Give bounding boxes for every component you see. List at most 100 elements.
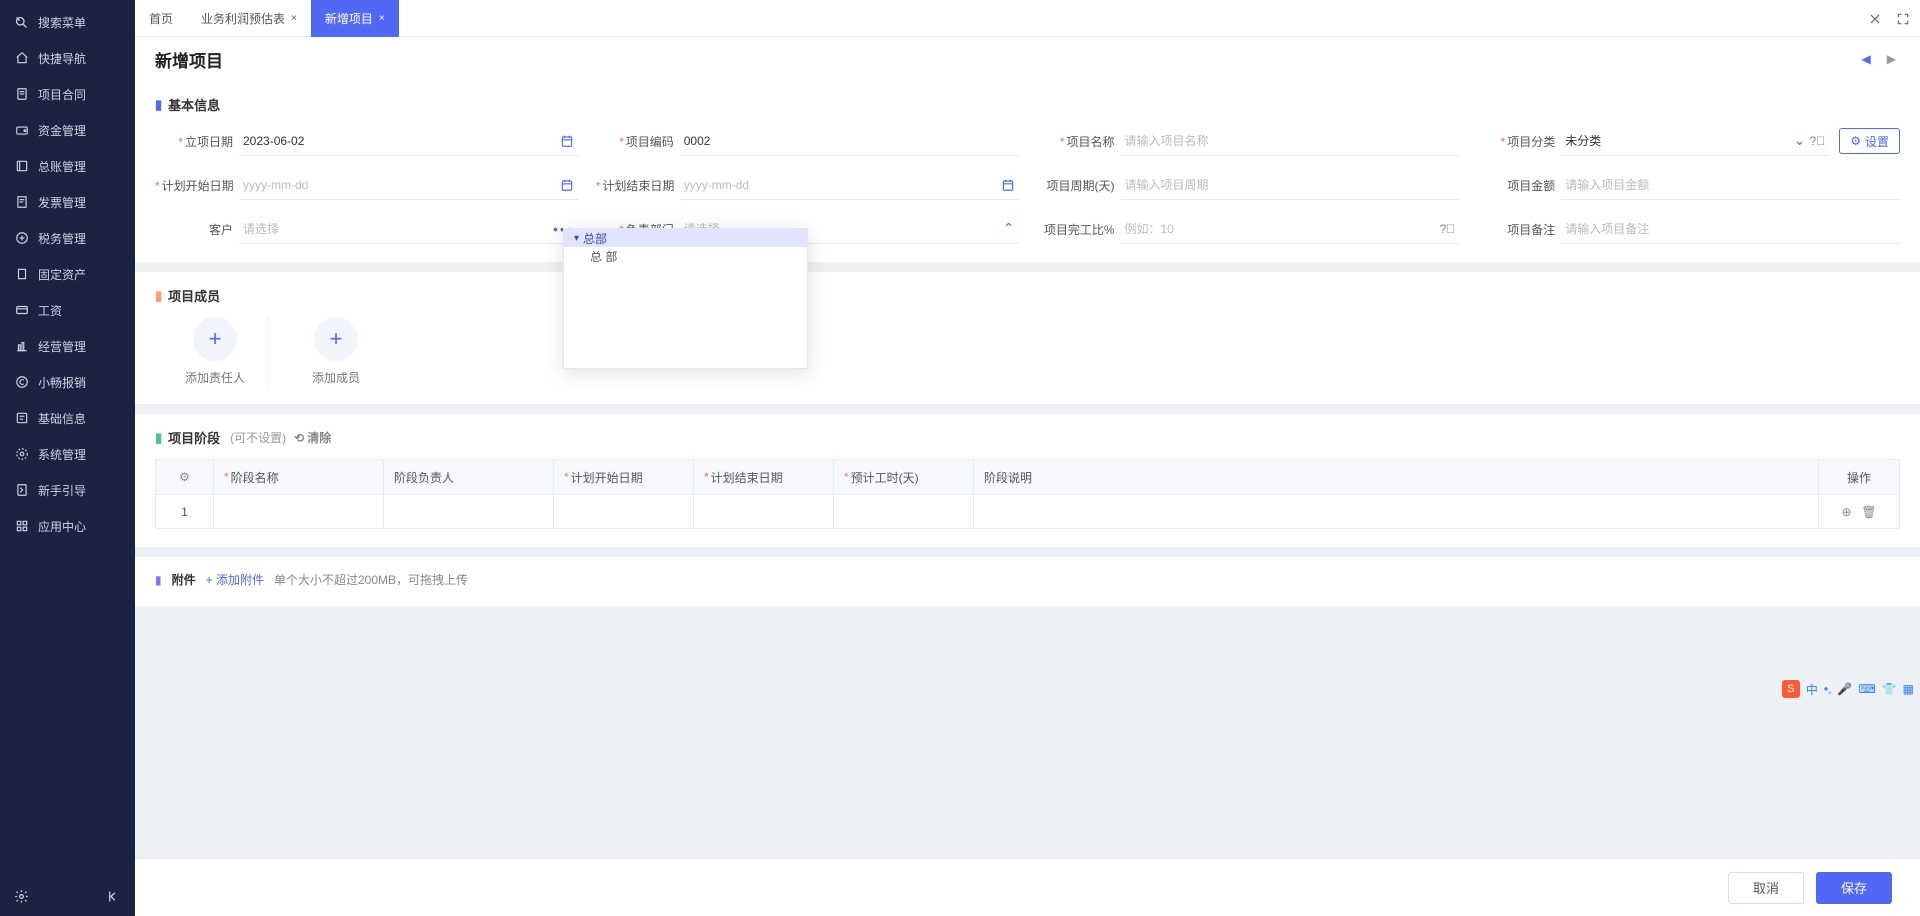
ime-lang-badge[interactable]: 中 [1806, 681, 1818, 698]
dropdown-option-root[interactable]: ▾总部 [564, 229, 807, 247]
sidebar-item-ledger[interactable]: 总账管理 [0, 148, 135, 184]
sidebar-item-fixedasset[interactable]: 固定资产 [0, 256, 135, 292]
stage-row[interactable]: 1 ⊕ 🗑 [156, 494, 1899, 528]
calendar-icon[interactable] [560, 134, 574, 148]
sidebar-item-label: 项目合同 [38, 86, 86, 103]
close-icon[interactable]: × [379, 13, 385, 24]
input[interactable] [1125, 222, 1436, 236]
done-pct-input[interactable]: ?⃝ [1121, 214, 1460, 244]
input[interactable] [684, 134, 1015, 148]
dropdown-option-child[interactable]: 总 部 [564, 247, 807, 265]
sidebar-item-appcenter[interactable]: 应用中心 [0, 508, 135, 544]
sidebar-search-label: 搜索菜单 [38, 14, 86, 31]
sidebar-item-basicinfo[interactable]: 基础信息 [0, 400, 135, 436]
ime-punct-icon[interactable]: •, [1824, 682, 1832, 696]
sidebar-item-system[interactable]: 系统管理 [0, 436, 135, 472]
input[interactable] [1565, 222, 1896, 236]
sidebar-footer [0, 876, 135, 916]
ime-skin-icon[interactable]: 👕 [1882, 682, 1897, 696]
tab-home[interactable]: 首页 [135, 0, 187, 37]
remark-input[interactable] [1561, 214, 1900, 244]
input[interactable] [1125, 178, 1456, 192]
sidebar-item-contract[interactable]: 项目合同 [0, 76, 135, 112]
fullscreen-icon[interactable] [1894, 10, 1912, 28]
clear-label: 清除 [307, 429, 331, 446]
cell-stage-name[interactable] [214, 495, 384, 528]
c-icon [14, 375, 30, 389]
save-button[interactable]: 保存 [1816, 872, 1892, 904]
add-attachment-button[interactable]: + 添加附件 [206, 571, 264, 588]
ime-menu-icon[interactable]: ▦ [1903, 682, 1914, 696]
tab-label: 新增项目 [325, 10, 373, 27]
proj-cat-select[interactable]: ⌄ ?⃝ [1561, 126, 1829, 156]
plan-start-input[interactable] [239, 170, 578, 200]
section-stages: ▮ 项目阶段 (可不设置) ⟲清除 ⚙ *阶段名称 阶段负责人 *计划开始日期 … [135, 414, 1920, 547]
calendar-icon[interactable] [1001, 178, 1015, 192]
ime-logo-icon[interactable]: S [1782, 680, 1800, 698]
tab-new-project[interactable]: 新增项目 × [311, 0, 399, 37]
ime-mic-icon[interactable]: 🎤 [1837, 682, 1852, 696]
cell-plan-start[interactable] [554, 495, 694, 528]
next-arrow-icon[interactable]: ▶ [1883, 48, 1900, 70]
plan-end-input[interactable] [680, 170, 1019, 200]
delete-row-icon[interactable]: 🗑 [1861, 505, 1876, 519]
gear-icon[interactable] [14, 889, 29, 904]
prev-arrow-icon[interactable]: ◀ [1858, 48, 1875, 70]
person-icon: ▮ [155, 288, 162, 304]
sidebar-item-label: 资金管理 [38, 122, 86, 139]
add-member-button[interactable]: + [314, 317, 358, 361]
tab-profit-report[interactable]: 业务利润预估表× [187, 0, 311, 37]
chevron-down-icon[interactable]: ⌄ [1794, 132, 1806, 149]
home-icon [14, 51, 30, 65]
help-icon[interactable]: ?⃝ [1810, 134, 1826, 148]
cycle-input[interactable] [1121, 170, 1460, 200]
input[interactable] [243, 178, 554, 192]
amount-input[interactable] [1561, 170, 1900, 200]
field-done-pct: 项目完工比% ?⃝ [1037, 214, 1460, 244]
calendar-icon[interactable] [560, 178, 574, 192]
sidebar-item-label: 基础信息 [38, 410, 86, 427]
proj-date-input[interactable] [239, 126, 578, 156]
cell-desc[interactable] [974, 495, 1819, 528]
collapse-icon[interactable] [106, 889, 121, 904]
settings-button[interactable]: ⚙设置 [1839, 128, 1900, 154]
sidebar-item-mgmt[interactable]: 经营管理 [0, 328, 135, 364]
input[interactable] [1565, 178, 1896, 192]
close-all-icon[interactable] [1866, 10, 1884, 28]
chevron-up-icon[interactable]: ⌃ [1003, 220, 1015, 237]
sidebar-item-quicknav[interactable]: 快捷导航 [0, 40, 135, 76]
cell-plan-end[interactable] [694, 495, 834, 528]
cell-stage-owner[interactable] [384, 495, 554, 528]
input[interactable] [1565, 134, 1788, 148]
sidebar-search[interactable]: 搜索菜单 [0, 4, 135, 40]
sidebar-item-tax[interactable]: 税务管理 [0, 220, 135, 256]
sidebar-item-invoice[interactable]: 发票管理 [0, 184, 135, 220]
sidebar-item-salary[interactable]: 工资 [0, 292, 135, 328]
input[interactable] [684, 178, 995, 192]
section-title-text: 项目阶段 [168, 428, 220, 447]
help-icon[interactable]: ?⃝ [1440, 222, 1456, 236]
sidebar-item-reimburse[interactable]: 小畅报销 [0, 364, 135, 400]
add-row-icon[interactable]: ⊕ [1841, 505, 1851, 519]
input[interactable] [243, 222, 547, 236]
stages-table-head: ⚙ *阶段名称 阶段负责人 *计划开始日期 *计划结束日期 *预计工时(天) 阶… [156, 460, 1899, 494]
proj-code-input[interactable] [680, 126, 1019, 156]
footer-actions: 取消 保存 [135, 858, 1920, 916]
sidebar-item-finance[interactable]: 资金管理 [0, 112, 135, 148]
field-amount: 项目金额 [1477, 170, 1900, 200]
add-responsible-button[interactable]: + [193, 317, 237, 361]
input[interactable] [243, 134, 554, 148]
proj-name-input[interactable] [1121, 126, 1460, 156]
sidebar-item-guide[interactable]: 新手引导 [0, 472, 135, 508]
sidebar-item-label: 应用中心 [38, 518, 86, 535]
add-responsible-slot: + 添加责任人 [163, 317, 268, 386]
ime-keyboard-icon[interactable]: ⌨ [1858, 682, 1875, 696]
cancel-button[interactable]: 取消 [1728, 872, 1804, 904]
close-icon[interactable]: × [291, 13, 297, 24]
field-plan-start: *计划开始日期 [155, 170, 578, 200]
clear-stages-button[interactable]: ⟲清除 [294, 429, 331, 446]
th-gear[interactable]: ⚙ [156, 460, 214, 494]
cell-est-hours[interactable] [834, 495, 974, 528]
input[interactable] [1125, 134, 1456, 148]
customer-select[interactable]: ••• [239, 214, 578, 244]
